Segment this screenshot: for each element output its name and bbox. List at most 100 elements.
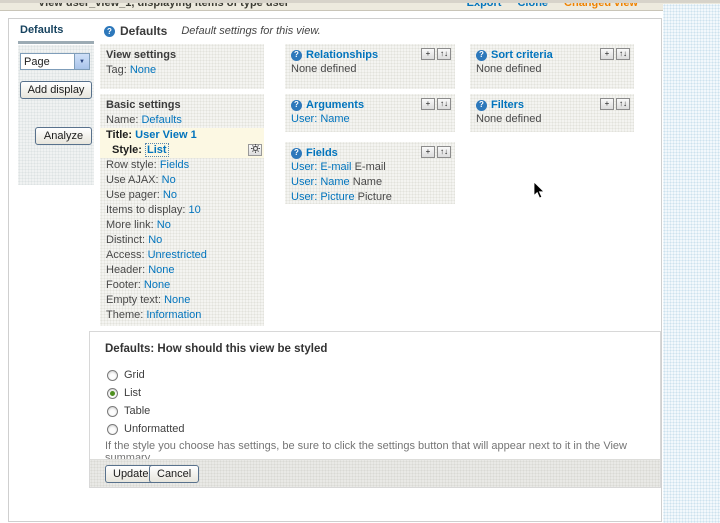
setting-value-use-pager[interactable]: No xyxy=(163,189,177,201)
top-link-changed-view[interactable]: Changed view xyxy=(564,3,638,9)
setting-label-theme: Theme: xyxy=(106,309,143,321)
arguments-title[interactable]: Arguments xyxy=(306,98,364,112)
arguments-help-icon[interactable]: ? xyxy=(291,100,302,111)
setting-row-title: Title: User View 1 xyxy=(100,128,264,143)
gear-icon xyxy=(251,143,260,158)
setting-row-distinct: Distinct: No xyxy=(100,233,264,248)
sort-criteria-box: ? Sort criteria + ↑↓ None defined xyxy=(470,44,634,89)
arguments-add-button[interactable]: + xyxy=(421,98,435,110)
setting-row-more-link: More link: No xyxy=(100,218,264,233)
setting-value-header[interactable]: None xyxy=(148,264,174,276)
setting-row-header: Header: None xyxy=(100,263,264,278)
sort-criteria-rearrange-button[interactable]: ↑↓ xyxy=(616,48,630,60)
setting-value-row-style[interactable]: Fields xyxy=(160,159,189,171)
relationships-help-icon[interactable]: ? xyxy=(291,50,302,61)
tab-active-underline xyxy=(18,41,94,44)
fields-help-icon[interactable]: ? xyxy=(291,148,302,159)
field-item-link-user-name[interactable]: User: Name xyxy=(291,176,350,188)
tab-defaults[interactable]: Defaults xyxy=(18,24,94,41)
style-option-list[interactable]: List xyxy=(107,384,185,402)
filters-rearrange-button[interactable]: ↑↓ xyxy=(616,98,630,110)
style-option-unformatted[interactable]: Unformatted xyxy=(107,420,185,438)
style-edit-form: Defaults: How should this view be styled… xyxy=(89,331,661,488)
setting-value-tag[interactable]: None xyxy=(130,64,156,76)
basic-settings-box: Basic settings Name: DefaultsTitle: User… xyxy=(100,94,264,326)
display-header-title: Defaults xyxy=(120,24,167,38)
setting-row-items-to-display: Items to display: 10 xyxy=(100,203,264,218)
setting-value-access[interactable]: Unrestricted xyxy=(148,249,207,261)
view-settings-box: View settings Tag: None xyxy=(100,44,264,89)
fields-add-button[interactable]: + xyxy=(421,146,435,158)
field-item-suffix: Picture xyxy=(358,191,392,203)
setting-row-tag: Tag: None xyxy=(100,63,264,78)
radio-icon xyxy=(107,370,118,381)
setting-value-more-link[interactable]: No xyxy=(157,219,171,231)
setting-row-row-style: Row style: Fields xyxy=(100,158,264,173)
style-settings-button[interactable] xyxy=(248,144,262,156)
setting-row-empty-text: Empty text: None xyxy=(100,293,264,308)
filters-title[interactable]: Filters xyxy=(491,98,524,112)
filters-add-button[interactable]: + xyxy=(600,98,614,110)
top-link-clone[interactable]: Clone xyxy=(517,3,548,9)
style-option-label-unformatted: Unformatted xyxy=(124,423,185,435)
style-option-label-table: Table xyxy=(124,405,150,417)
setting-row-use-pager: Use pager: No xyxy=(100,188,264,203)
filters-box: ? Filters + ↑↓ None defined xyxy=(470,94,634,132)
filters-help-icon[interactable]: ? xyxy=(476,100,487,111)
relationships-title[interactable]: Relationships xyxy=(306,48,378,62)
setting-label-title: Title: xyxy=(106,129,132,141)
mouse-cursor xyxy=(533,181,545,199)
setting-row-name: Name: Defaults xyxy=(100,113,264,128)
field-item-suffix: Name xyxy=(353,176,382,188)
display-type-select[interactable]: Page ▼ xyxy=(20,53,90,70)
fields-rearrange-button[interactable]: ↑↓ xyxy=(437,146,451,158)
sort-criteria-add-button[interactable]: + xyxy=(600,48,614,60)
sort-criteria-empty-text: None defined xyxy=(476,62,628,77)
fields-box: ? Fields + ↑↓ User: E-mail E-mail User: N… xyxy=(285,142,455,204)
style-option-grid[interactable]: Grid xyxy=(107,366,185,384)
argument-item: User: Name xyxy=(291,112,449,127)
arguments-rearrange-button[interactable]: ↑↓ xyxy=(437,98,451,110)
argument-item-link-user-name[interactable]: User: Name xyxy=(291,113,350,125)
field-item-link-user-picture[interactable]: User: Picture xyxy=(291,191,355,203)
field-item-suffix: E-mail xyxy=(355,161,386,173)
setting-label-distinct: Distinct: xyxy=(106,234,145,246)
relationships-box: ? Relationships + ↑↓ None defined xyxy=(285,44,455,89)
setting-value-title[interactable]: User View 1 xyxy=(135,129,197,141)
views-title-bar: View user_view_1, displaying items of ty… xyxy=(0,3,720,11)
sort-criteria-title[interactable]: Sort criteria xyxy=(491,48,553,62)
setting-value-items-to-display[interactable]: 10 xyxy=(189,204,201,216)
relationships-rearrange-button[interactable]: ↑↓ xyxy=(437,48,451,60)
setting-label-items-to-display: Items to display: xyxy=(106,204,185,216)
top-link-export[interactable]: Export xyxy=(467,3,502,9)
setting-value-empty-text[interactable]: None xyxy=(164,294,190,306)
filters-empty-text: None defined xyxy=(476,112,628,127)
style-option-table[interactable]: Table xyxy=(107,402,185,420)
setting-value-distinct[interactable]: No xyxy=(148,234,162,246)
setting-value-footer[interactable]: None xyxy=(144,279,170,291)
field-item-link-user-e-mail[interactable]: User: E-mail xyxy=(291,161,352,173)
display-header: ? Defaults Default settings for this vie… xyxy=(104,24,321,38)
setting-value-theme[interactable]: Information xyxy=(146,309,201,321)
setting-label-name: Name: xyxy=(106,114,138,126)
cancel-button[interactable]: Cancel xyxy=(149,465,199,483)
setting-value-use-ajax[interactable]: No xyxy=(162,174,176,186)
top-links: Export Clone Changed view xyxy=(467,3,638,9)
setting-value-name[interactable]: Defaults xyxy=(141,114,181,126)
setting-value-style[interactable]: List xyxy=(145,143,169,157)
display-header-description: Default settings for this view. xyxy=(181,25,320,37)
fields-title[interactable]: Fields xyxy=(306,146,338,160)
style-options: Grid List Table Unformatted xyxy=(107,366,185,438)
views-edit-panel: Defaults Page ▼ Add display Analyze ? De… xyxy=(8,18,662,522)
help-icon[interactable]: ? xyxy=(104,26,115,37)
chevron-down-icon[interactable]: ▼ xyxy=(74,54,89,69)
add-display-button[interactable]: Add display xyxy=(20,81,92,99)
setting-label-use-ajax: Use AJAX: xyxy=(106,174,159,186)
sort-criteria-help-icon[interactable]: ? xyxy=(476,50,487,61)
view-title: View user_view_1, displaying items of ty… xyxy=(38,3,289,9)
style-option-label-list: List xyxy=(124,387,141,399)
setting-row-use-ajax: Use AJAX: No xyxy=(100,173,264,188)
arguments-box: ? Arguments + ↑↓ User: Name xyxy=(285,94,455,132)
relationships-add-button[interactable]: + xyxy=(421,48,435,60)
analyze-button[interactable]: Analyze xyxy=(35,127,92,145)
